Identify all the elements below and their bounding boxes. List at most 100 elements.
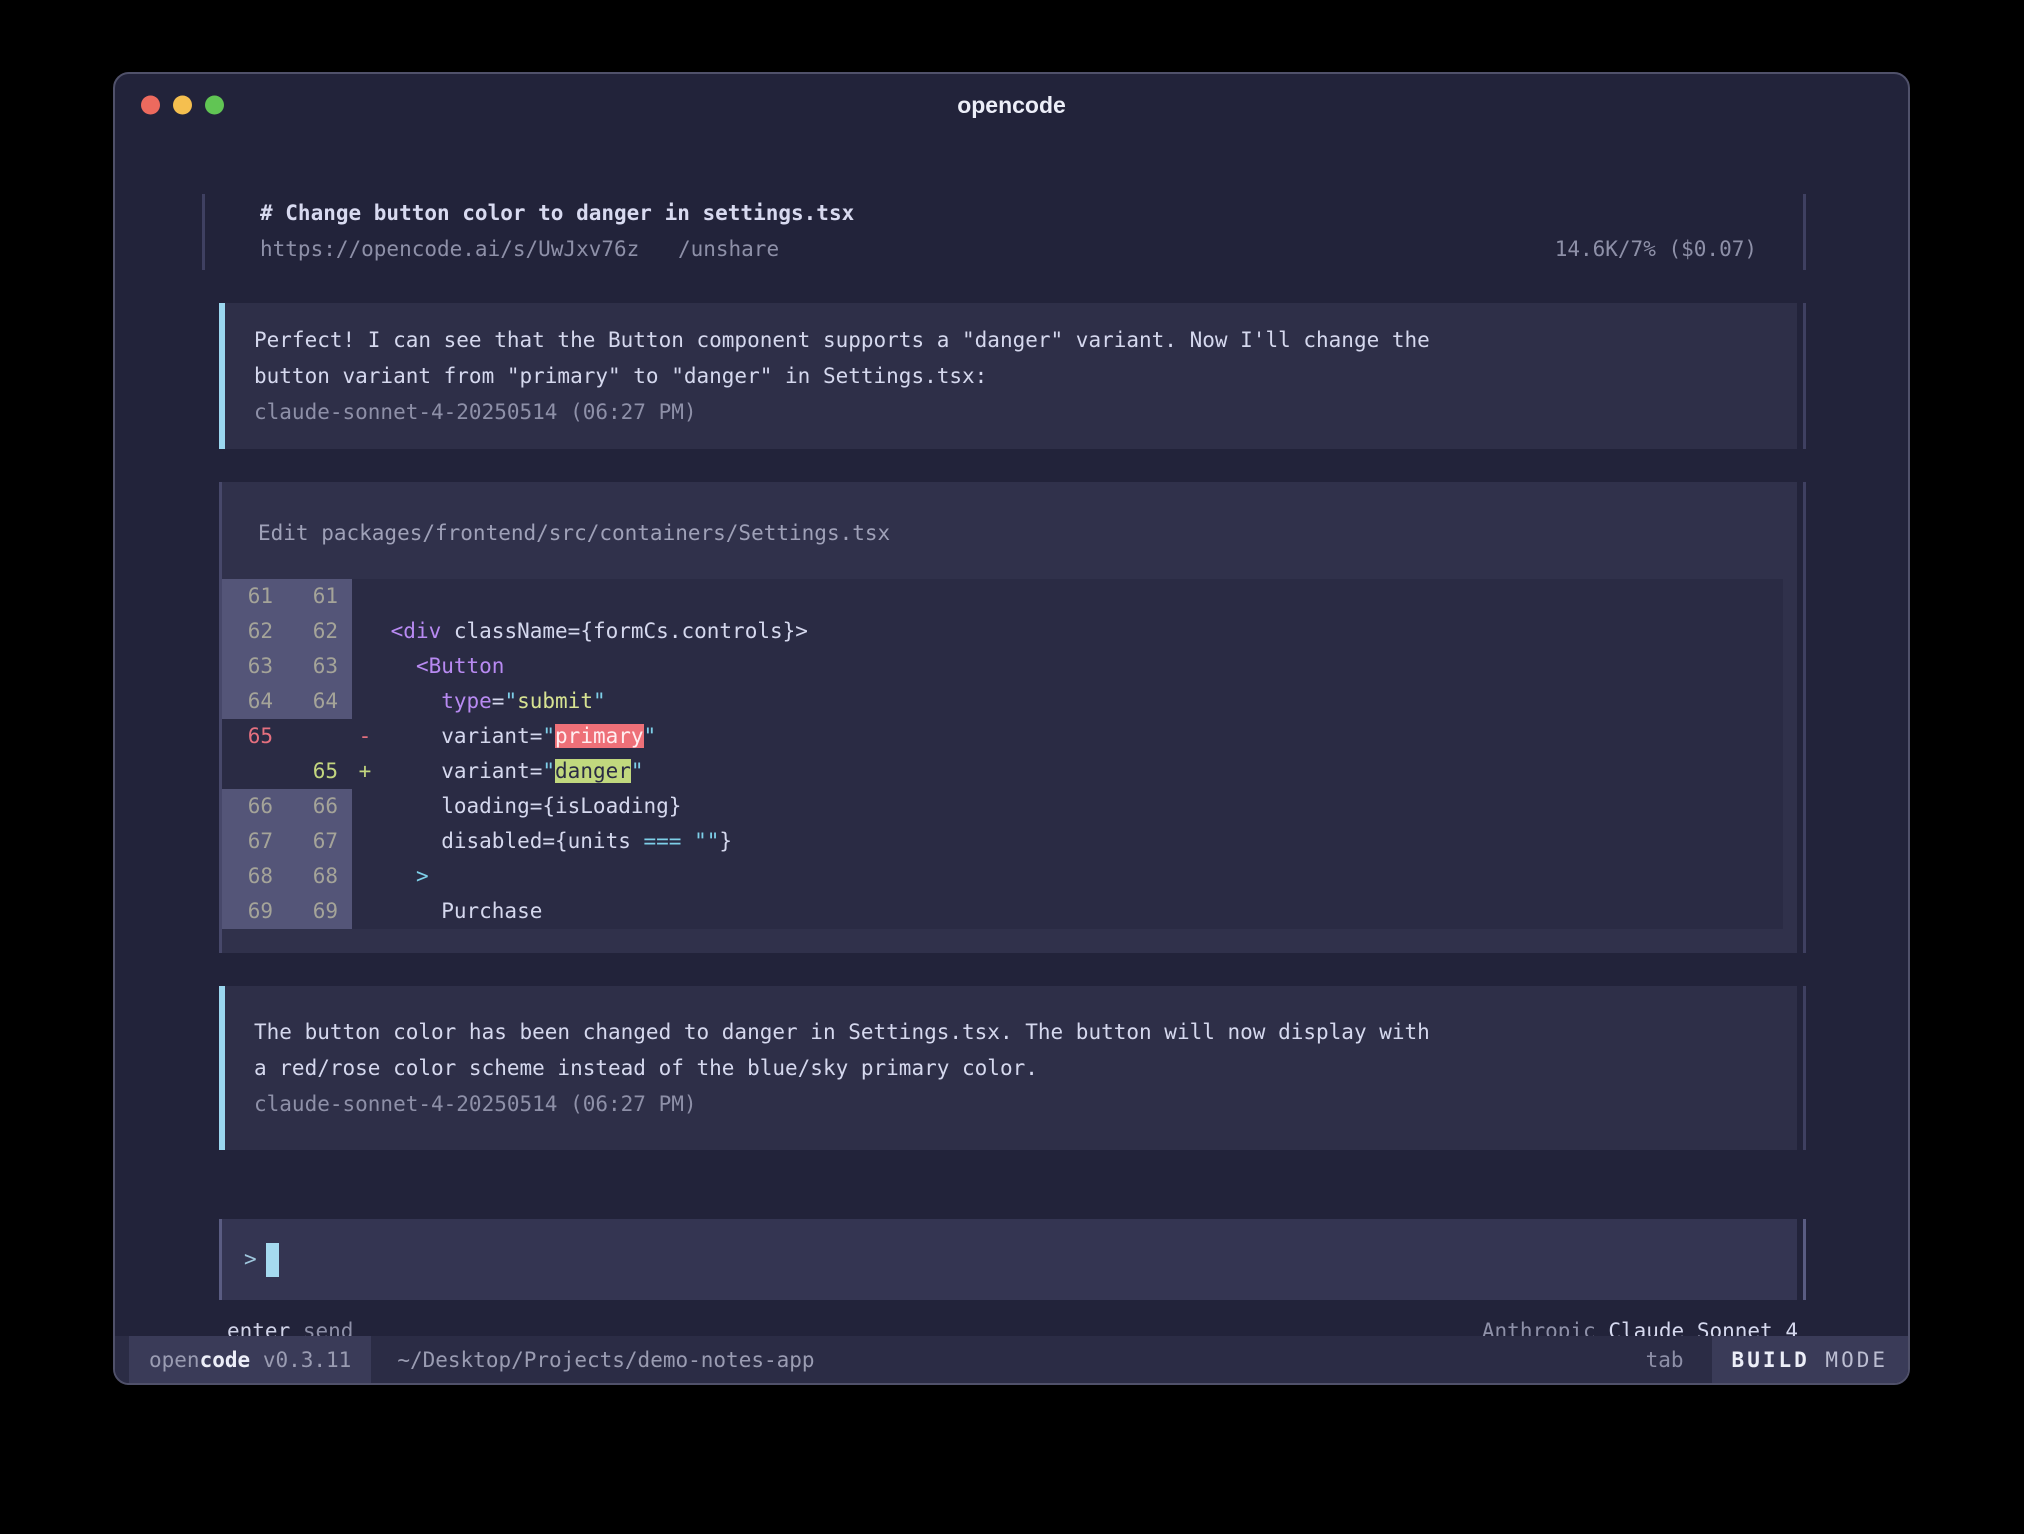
window-title: opencode xyxy=(957,92,1066,119)
prompt-right-border xyxy=(1803,1219,1806,1300)
code-text xyxy=(378,579,1783,614)
status-bar: opencode v0.3.11 ~/Desktop/Projects/demo… xyxy=(115,1336,1908,1383)
code-text: disabled={units === ""} xyxy=(378,824,1783,859)
session-share-info: https://opencode.ai/s/UwJxv76z /unshare xyxy=(260,234,779,264)
prompt-caret: > xyxy=(244,1247,257,1271)
new-line-number: 69 xyxy=(287,894,352,929)
old-line-number: 67 xyxy=(222,824,287,859)
status-right-group: tab BUILD MODE xyxy=(1618,1336,1908,1383)
token-usage-stats: 14.6K/7% ($0.07) xyxy=(1555,234,1757,264)
old-line-number xyxy=(222,754,287,789)
message-text-line: a red/rose color scheme instead of the b… xyxy=(254,1050,1777,1086)
old-line-number: 65 xyxy=(222,719,287,754)
old-line-number: 68 xyxy=(222,859,287,894)
diff-line: 6363 <Button xyxy=(222,649,1783,684)
code-text: variant="primary" xyxy=(378,719,1783,754)
new-line-number: 66 xyxy=(287,789,352,824)
code-text: variant="danger" xyxy=(378,754,1783,789)
session-header-row: # Change button color to danger in setti… xyxy=(202,194,1806,270)
diff-marker xyxy=(352,859,378,894)
new-line-number: 67 xyxy=(287,824,352,859)
prompt-input[interactable]: > xyxy=(219,1219,1797,1300)
app-version-segment: opencode v0.3.11 xyxy=(129,1336,371,1383)
code-text: type="submit" xyxy=(378,684,1783,719)
message-text-line: The button color has been changed to dan… xyxy=(254,1014,1777,1050)
new-line-number: 65 xyxy=(287,754,352,789)
diff-line: 65 - variant="primary" xyxy=(222,719,1783,754)
mode-mode-label: MODE xyxy=(1825,1348,1888,1372)
status-left-group: opencode v0.3.11 ~/Desktop/Projects/demo… xyxy=(129,1336,841,1383)
old-line-number: 69 xyxy=(222,894,287,929)
message-model-timestamp: claude-sonnet-4-20250514 (06:27 PM) xyxy=(254,394,1777,430)
message-right-border xyxy=(1803,303,1806,449)
app-version xyxy=(250,1348,263,1372)
code-text: > xyxy=(378,859,1783,894)
session-header: # Change button color to danger in setti… xyxy=(202,194,1797,270)
old-line-number: 64 xyxy=(222,684,287,719)
minimize-window-button[interactable] xyxy=(173,96,192,115)
old-line-number: 66 xyxy=(222,789,287,824)
diff-line: 6868 > xyxy=(222,859,1783,894)
diff-marker xyxy=(352,614,378,649)
diff-marker xyxy=(352,824,378,859)
diff-marker: - xyxy=(352,719,378,754)
app-name-open: open xyxy=(149,1348,200,1372)
code-text: Purchase xyxy=(378,894,1783,929)
diff-marker xyxy=(352,579,378,614)
diff-marker xyxy=(352,894,378,929)
old-line-number: 61 xyxy=(222,579,287,614)
share-url-link[interactable]: https://opencode.ai/s/UwJxv76z xyxy=(260,237,639,261)
diff-line: 6464 type="submit" xyxy=(222,684,1783,719)
app-version-number: v0.3.11 xyxy=(263,1348,352,1372)
diff-view: 6161 6262 <div className={formCs.control… xyxy=(222,579,1783,929)
session-title: # Change button color to danger in setti… xyxy=(260,198,1757,228)
new-line-number xyxy=(287,719,352,754)
diff-line: 6767 disabled={units === ""} xyxy=(222,824,1783,859)
diff-line: 6161 xyxy=(222,579,1783,614)
diff-marker: + xyxy=(352,754,378,789)
app-name-code: code xyxy=(200,1348,251,1372)
diff-line: 65+ variant="danger" xyxy=(222,754,1783,789)
message-text-line: Perfect! I can see that the Button compo… xyxy=(254,322,1777,358)
edit-tool-row: Edit packages/frontend/src/containers/Se… xyxy=(202,482,1806,953)
diff-marker xyxy=(352,789,378,824)
code-text: <Button xyxy=(378,649,1783,684)
code-text: loading={isLoading} xyxy=(378,789,1783,824)
traffic-lights xyxy=(141,96,224,115)
opencode-terminal-window: opencode # Change button color to danger… xyxy=(113,72,1910,1385)
text-cursor xyxy=(266,1243,279,1277)
assistant-message-row: The button color has been changed to dan… xyxy=(202,986,1806,1150)
unshare-command[interactable]: /unshare xyxy=(678,237,779,261)
session-subheader: https://opencode.ai/s/UwJxv76z /unshare … xyxy=(260,234,1757,264)
diff-line: 6262 <div className={formCs.controls}> xyxy=(222,614,1783,649)
code-text: <div className={formCs.controls}> xyxy=(378,614,1783,649)
mode-spacer xyxy=(1810,1348,1826,1372)
close-window-button[interactable] xyxy=(141,96,160,115)
message-model-timestamp: claude-sonnet-4-20250514 (06:27 PM) xyxy=(254,1086,1777,1122)
new-line-number: 68 xyxy=(287,859,352,894)
new-line-number: 61 xyxy=(287,579,352,614)
old-line-number: 62 xyxy=(222,614,287,649)
diff-marker xyxy=(352,684,378,719)
zoom-window-button[interactable] xyxy=(205,96,224,115)
message-text-line: button variant from "primary" to "danger… xyxy=(254,358,1777,394)
message-right-border xyxy=(1803,986,1806,1150)
assistant-message: Perfect! I can see that the Button compo… xyxy=(219,303,1797,449)
assistant-message-row: Perfect! I can see that the Button compo… xyxy=(202,303,1806,449)
new-line-number: 64 xyxy=(287,684,352,719)
mode-toggle[interactable]: BUILD MODE xyxy=(1712,1336,1908,1383)
prompt-row: > xyxy=(202,1219,1806,1300)
window-titlebar: opencode xyxy=(115,74,1908,136)
tab-key-hint: tab xyxy=(1618,1336,1712,1383)
session-content: # Change button color to danger in setti… xyxy=(202,194,1806,1346)
new-line-number: 63 xyxy=(287,649,352,684)
diff-line: 6666 loading={isLoading} xyxy=(222,789,1783,824)
header-right-border xyxy=(1803,194,1806,270)
new-line-number: 62 xyxy=(287,614,352,649)
working-directory: ~/Desktop/Projects/demo-notes-app xyxy=(371,1336,840,1383)
assistant-message: The button color has been changed to dan… xyxy=(219,986,1797,1150)
diff-marker xyxy=(352,649,378,684)
edit-right-border xyxy=(1803,482,1806,953)
diff-line: 6969 Purchase xyxy=(222,894,1783,929)
old-line-number: 63 xyxy=(222,649,287,684)
